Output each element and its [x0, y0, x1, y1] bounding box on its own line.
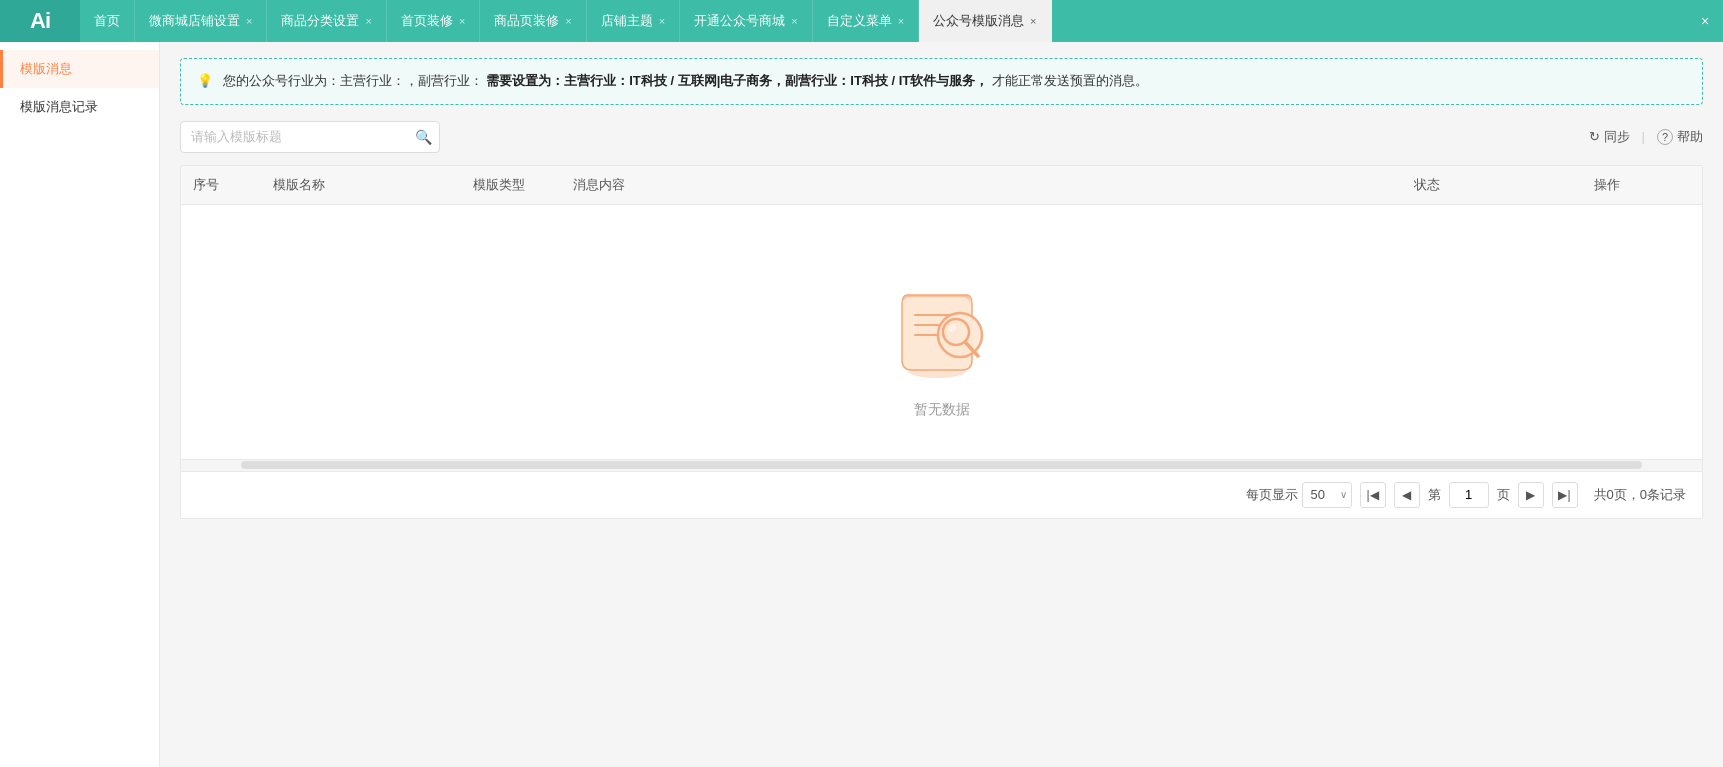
empty-state: 暂无数据	[181, 205, 1702, 459]
nav-tabs: 首页微商城店铺设置×商品分类设置×首页装修×商品页装修×店铺主题×开通公众号商城…	[80, 0, 1687, 42]
page-size-value[interactable]: 50	[1302, 482, 1352, 508]
search-icon[interactable]: 🔍	[415, 129, 432, 145]
close-tab-category-settings-button[interactable]: ×	[365, 15, 371, 27]
sync-label: 同步	[1604, 128, 1630, 146]
nav-tab-custom-menu[interactable]: 自定义菜单×	[813, 0, 919, 42]
search-input-wrap: 🔍	[180, 121, 440, 153]
nav-tab-home[interactable]: 首页	[80, 0, 135, 42]
table-header: 序号 模版名称 模版类型 消息内容 状态 操作	[181, 166, 1702, 205]
notice-highlight: 需要设置为：主营行业：IT科技 / 互联网|电子商务，副营行业：IT科技 / I…	[486, 73, 988, 88]
help-button[interactable]: ? 帮助	[1657, 128, 1703, 146]
close-tab-shop-theme-button[interactable]: ×	[659, 15, 665, 27]
nav-tab-product-decor[interactable]: 商品页装修×	[480, 0, 586, 42]
th-content: 消息内容	[561, 166, 1402, 204]
empty-text: 暂无数据	[914, 401, 970, 419]
close-tab-homepage-decor-button[interactable]: ×	[459, 15, 465, 27]
notice-box: 💡 您的公众号行业为：主营行业：，副营行业： 需要设置为：主营行业：IT科技 /…	[180, 58, 1703, 105]
bulb-icon: 💡	[197, 73, 213, 88]
main-layout: 模版消息模版消息记录 💡 您的公众号行业为：主营行业：，副营行业： 需要设置为：…	[0, 42, 1723, 767]
nav-tab-shop-theme[interactable]: 店铺主题×	[587, 0, 680, 42]
sidebar: 模版消息模版消息记录	[0, 42, 160, 767]
page-before-label: 第	[1428, 486, 1441, 504]
sync-icon: ↻	[1589, 129, 1600, 144]
total-records-text: 共0页，0条记录	[1594, 486, 1686, 504]
th-action: 操作	[1582, 166, 1702, 204]
th-status: 状态	[1402, 166, 1582, 204]
th-name: 模版名称	[261, 166, 461, 204]
first-page-button[interactable]: |◀	[1360, 482, 1386, 508]
data-table: 序号 模版名称 模版类型 消息内容 状态 操作	[180, 165, 1703, 519]
empty-illustration	[882, 265, 1002, 385]
nav-tab-shop-settings[interactable]: 微商城店铺设置×	[135, 0, 267, 42]
close-tab-custom-menu-button[interactable]: ×	[898, 15, 904, 27]
search-bar: 🔍 ↻ 同步 | ? 帮助	[180, 121, 1703, 153]
notice-prefix: 您的公众号行业为：主营行业：，副营行业：	[223, 73, 483, 88]
th-index: 序号	[181, 166, 261, 204]
page-size-label: 每页显示	[1246, 486, 1298, 504]
help-icon: ?	[1657, 129, 1673, 145]
content-area: 💡 您的公众号行业为：主营行业：，副营行业： 需要设置为：主营行业：IT科技 /…	[160, 42, 1723, 767]
top-nav: Ai 首页微商城店铺设置×商品分类设置×首页装修×商品页装修×店铺主题×开通公众…	[0, 0, 1723, 42]
svg-point-7	[948, 324, 956, 332]
close-tab-template-msg-button[interactable]: ×	[1030, 15, 1036, 27]
sync-button[interactable]: ↻ 同步	[1589, 128, 1630, 146]
prev-page-button[interactable]: ◀	[1394, 482, 1420, 508]
th-type: 模版类型	[461, 166, 561, 204]
close-tab-shop-settings-button[interactable]: ×	[246, 15, 252, 27]
brand-logo: Ai	[0, 0, 80, 42]
page-size-dropdown[interactable]: 50 ∨	[1302, 482, 1352, 508]
sidebar-item-template-msg[interactable]: 模版消息	[0, 50, 159, 88]
pagination: 每页显示 50 ∨ |◀ ◀ 第 页 ▶ ▶| 共0页，0条记录	[181, 471, 1702, 518]
close-tab-open-mall-button[interactable]: ×	[791, 15, 797, 27]
nav-tab-template-msg[interactable]: 公众号模版消息×	[919, 0, 1051, 42]
nav-tab-open-mall[interactable]: 开通公众号商城×	[680, 0, 812, 42]
horizontal-scrollbar[interactable]	[181, 459, 1702, 471]
page-size-select: 每页显示 50 ∨	[1246, 482, 1352, 508]
page-after-label: 页	[1497, 486, 1510, 504]
last-page-button[interactable]: ▶|	[1552, 482, 1578, 508]
close-all-tabs-button[interactable]: ×	[1687, 0, 1723, 42]
next-page-button[interactable]: ▶	[1518, 482, 1544, 508]
nav-tab-homepage-decor[interactable]: 首页装修×	[387, 0, 480, 42]
toolbar-right: ↻ 同步 | ? 帮助	[1589, 128, 1703, 146]
close-tab-product-decor-button[interactable]: ×	[565, 15, 571, 27]
nav-tab-category-settings[interactable]: 商品分类设置×	[267, 0, 386, 42]
sidebar-item-template-msg-record[interactable]: 模版消息记录	[0, 88, 159, 126]
help-label: 帮助	[1677, 128, 1703, 146]
toolbar-divider: |	[1642, 129, 1645, 144]
search-input[interactable]	[180, 121, 440, 153]
scrollbar-track	[241, 461, 1642, 469]
notice-suffix: 才能正常发送预置的消息。	[992, 73, 1148, 88]
page-number-input[interactable]	[1449, 482, 1489, 508]
